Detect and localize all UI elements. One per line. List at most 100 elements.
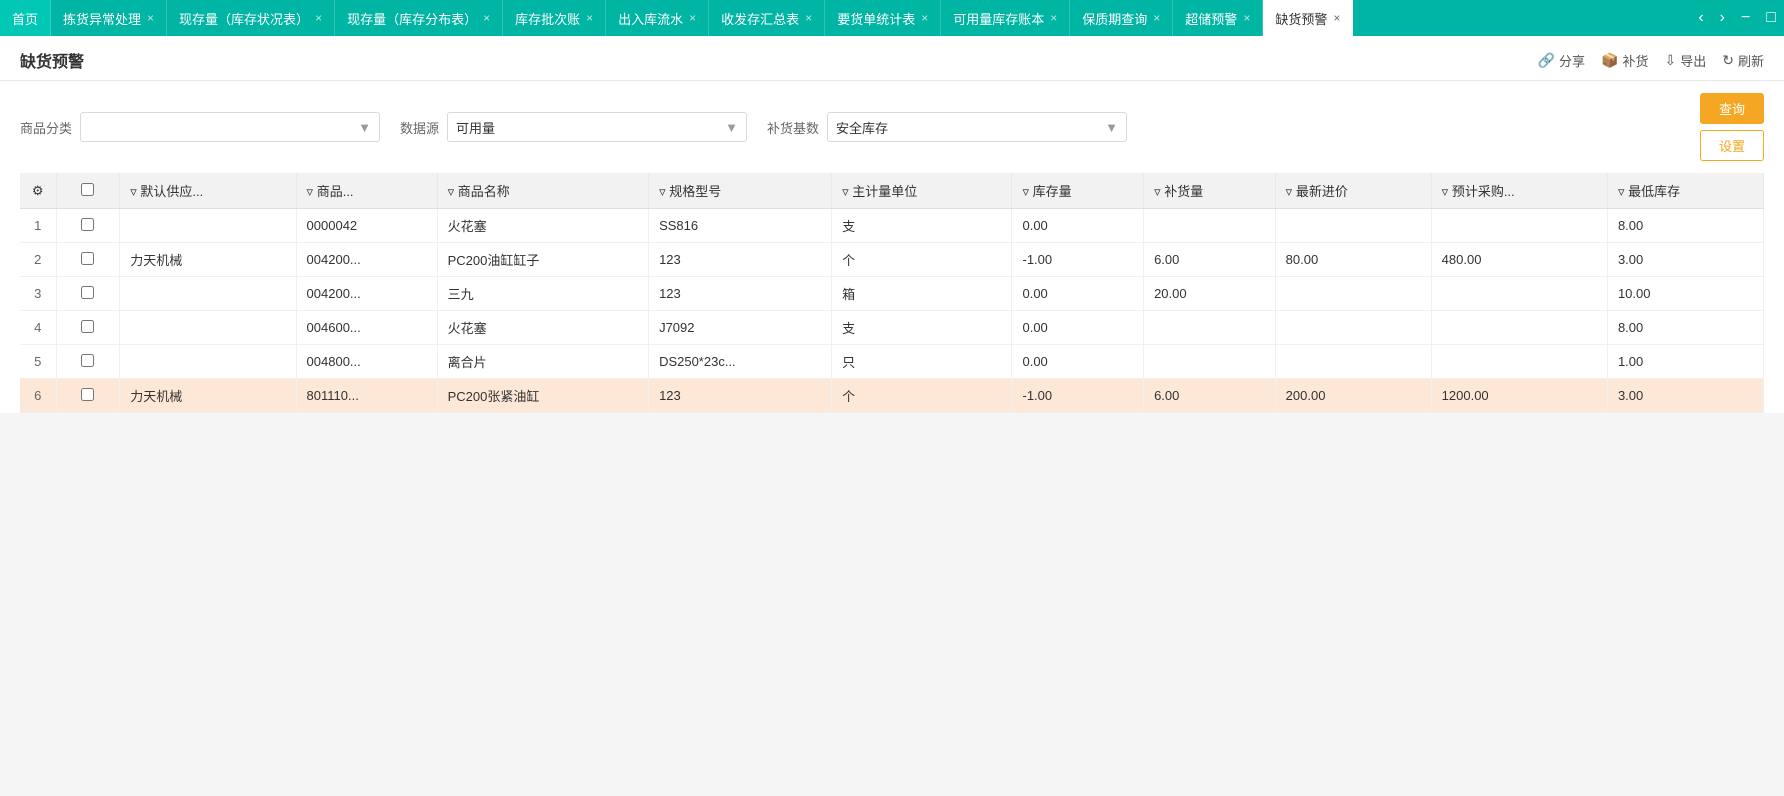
sort-icon-unit: ▿: [842, 184, 849, 199]
filter-actions: 查询 设置: [1700, 93, 1764, 161]
row-est-purchase: [1431, 277, 1607, 311]
tab-overstock[interactable]: 超储预警 ×: [1173, 0, 1263, 36]
row-checkbox-cell[interactable]: [56, 311, 120, 345]
col-product-code: ▿ 商品...: [296, 173, 437, 209]
tab-batch-account[interactable]: 库存批次账 ×: [503, 0, 606, 36]
row-product-name: 火花塞: [437, 209, 648, 243]
row-supplier: [120, 345, 296, 379]
row-unit: 个: [832, 379, 1012, 413]
row-latest-price: [1275, 209, 1431, 243]
header-actions: 🔗 分享 📦 补货 ⇩ 导出 ↻ 刷新: [1538, 51, 1764, 70]
tab-shortage[interactable]: 缺货预警 ×: [1263, 0, 1353, 36]
close-available-ledger-icon[interactable]: ×: [1050, 11, 1057, 25]
tab-shortage-label: 缺货预警: [1275, 9, 1327, 28]
row-min-stock: 3.00: [1607, 243, 1763, 277]
nav-next-button[interactable]: ›: [1712, 0, 1733, 36]
close-inout-flow-icon[interactable]: ×: [689, 11, 696, 25]
row-supplier: 力天机械: [120, 243, 296, 277]
row-replenish: [1144, 311, 1276, 345]
top-nav: 首页 拣货异常处理 × 现存量（库存状况表） × 现存量（库存分布表） × 库存…: [0, 0, 1784, 36]
row-checkbox-cell[interactable]: [56, 209, 120, 243]
replenish-base-value: 安全库存: [836, 118, 888, 137]
row-replenish: 6.00: [1144, 379, 1276, 413]
category-label: 商品分类: [20, 118, 72, 137]
close-abnormal-icon[interactable]: ×: [147, 11, 154, 25]
row-num: 3: [20, 277, 56, 311]
refresh-button[interactable]: ↻ 刷新: [1722, 51, 1764, 70]
nav-controls: ‹ › − □: [1690, 0, 1784, 36]
close-inventory-dist-icon[interactable]: ×: [483, 11, 490, 25]
table-settings-icon: ⚙: [32, 183, 44, 198]
datasource-filter: 数据源 可用量 ▼: [400, 112, 747, 142]
replenish-base-filter: 补货基数 安全库存 ▼: [767, 112, 1127, 142]
settings-button[interactable]: 设置: [1700, 130, 1764, 161]
row-product-name: PC200张紧油缸: [437, 379, 648, 413]
replenish-base-select[interactable]: 安全库存 ▼: [827, 112, 1127, 142]
replenish-icon: 📦: [1601, 52, 1618, 69]
col-product-name: ▿ 商品名称: [437, 173, 648, 209]
tab-inout-flow[interactable]: 出入库流水 ×: [606, 0, 709, 36]
row-checkbox-cell[interactable]: [56, 277, 120, 311]
col-settings[interactable]: ⚙: [20, 173, 56, 209]
data-table: ⚙ ▿ 默认供应... ▿ 商品... ▿ 商品名称: [20, 173, 1764, 413]
col-min-stock: ▿ 最低库存: [1607, 173, 1763, 209]
close-overstock-icon[interactable]: ×: [1243, 11, 1250, 25]
query-button[interactable]: 查询: [1700, 93, 1764, 124]
tab-inventory-status[interactable]: 现存量（库存状况表） ×: [167, 0, 335, 36]
row-checkbox-cell[interactable]: [56, 243, 120, 277]
tab-home[interactable]: 首页: [0, 0, 51, 36]
row-num: 6: [20, 379, 56, 413]
row-checkbox[interactable]: [81, 252, 94, 265]
close-demand-stats-icon[interactable]: ×: [921, 11, 928, 25]
category-select[interactable]: ▼: [80, 112, 380, 142]
tab-inventory-dist[interactable]: 现存量（库存分布表） ×: [335, 0, 503, 36]
sort-icon-supplier: ▿: [130, 184, 137, 199]
nav-prev-button[interactable]: ‹: [1690, 0, 1711, 36]
close-inventory-status-icon[interactable]: ×: [315, 11, 322, 25]
row-checkbox[interactable]: [81, 388, 94, 401]
row-product-code: 004800...: [296, 345, 437, 379]
row-checkbox-cell[interactable]: [56, 379, 120, 413]
close-expiry-query-icon[interactable]: ×: [1153, 11, 1160, 25]
tab-home-label: 首页: [12, 9, 38, 28]
tab-collect-summary[interactable]: 收发存汇总表 ×: [709, 0, 825, 36]
col-spec: ▿ 规格型号: [649, 173, 832, 209]
sort-icon-product-code: ▿: [307, 184, 314, 199]
tab-available-ledger[interactable]: 可用量库存账本 ×: [941, 0, 1070, 36]
row-checkbox[interactable]: [81, 218, 94, 231]
row-stock: 0.00: [1012, 311, 1144, 345]
select-all-checkbox[interactable]: [81, 183, 94, 196]
row-unit: 只: [832, 345, 1012, 379]
row-min-stock: 8.00: [1607, 311, 1763, 345]
table-row: 1 0000042 火花塞 SS816 支 0.00 8.00: [20, 209, 1764, 243]
row-checkbox[interactable]: [81, 286, 94, 299]
row-supplier: [120, 277, 296, 311]
row-latest-price: 80.00: [1275, 243, 1431, 277]
close-collect-summary-icon[interactable]: ×: [805, 11, 812, 25]
row-latest-price: [1275, 345, 1431, 379]
row-unit: 支: [832, 311, 1012, 345]
table-body: 1 0000042 火花塞 SS816 支 0.00 8.00 2 力天机械 0…: [20, 209, 1764, 413]
tab-demand-stats-label: 要货单统计表: [837, 9, 915, 28]
close-shortage-icon[interactable]: ×: [1333, 11, 1340, 25]
nav-maximize-button[interactable]: □: [1758, 0, 1784, 36]
share-icon: 🔗: [1538, 52, 1555, 69]
col-checkbox[interactable]: [56, 173, 120, 209]
export-button[interactable]: ⇩ 导出: [1665, 51, 1707, 70]
datasource-select[interactable]: 可用量 ▼: [447, 112, 747, 142]
col-unit: ▿ 主计量单位: [832, 173, 1012, 209]
row-checkbox[interactable]: [81, 320, 94, 333]
share-label: 分享: [1559, 51, 1585, 70]
row-checkbox-cell[interactable]: [56, 345, 120, 379]
tab-inventory-dist-label: 现存量（库存分布表）: [347, 9, 477, 28]
nav-minimize-button[interactable]: −: [1733, 0, 1758, 36]
row-supplier: [120, 311, 296, 345]
share-button[interactable]: 🔗 分享: [1538, 51, 1585, 70]
tab-demand-stats[interactable]: 要货单统计表 ×: [825, 0, 941, 36]
row-checkbox[interactable]: [81, 354, 94, 367]
row-stock: -1.00: [1012, 379, 1144, 413]
replenish-button[interactable]: 📦 补货: [1601, 51, 1648, 70]
tab-expiry-query[interactable]: 保质期查询 ×: [1070, 0, 1173, 36]
tab-abnormal[interactable]: 拣货异常处理 ×: [51, 0, 167, 36]
close-batch-account-icon[interactable]: ×: [586, 11, 593, 25]
